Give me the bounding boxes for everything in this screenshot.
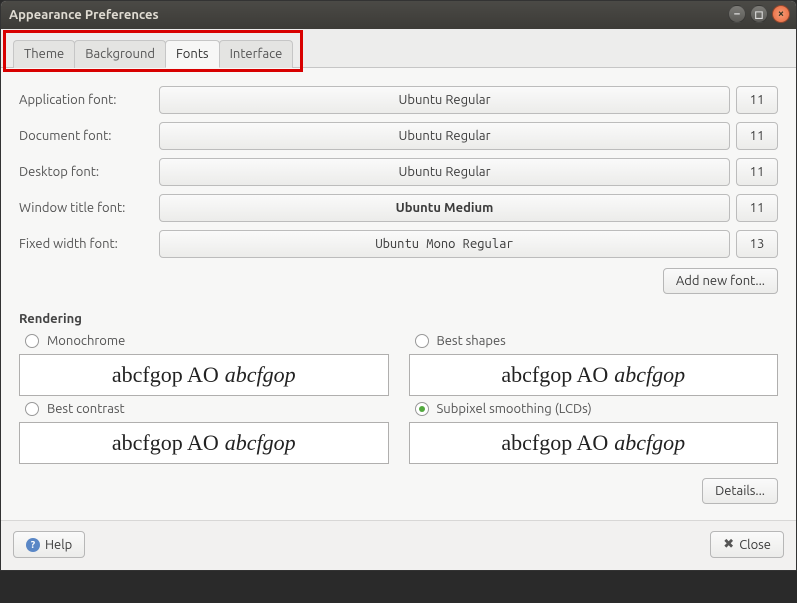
application-font-label: Application font:: [19, 93, 159, 107]
sample-regular: abcfgop AO: [112, 430, 219, 456]
rendering-sample-subpixel: abcfgop AO abcfgop: [409, 422, 779, 464]
document-font-row: Document font: Ubuntu Regular 11: [19, 122, 778, 150]
window-title-font-row: Window title font: Ubuntu Medium 11: [19, 194, 778, 222]
application-font-row: Application font: Ubuntu Regular 11: [19, 86, 778, 114]
window-title-font-label: Window title font:: [19, 201, 159, 215]
help-button-label: Help: [45, 538, 72, 552]
minimize-button[interactable]: –: [728, 5, 746, 23]
application-font-button[interactable]: Ubuntu Regular: [159, 86, 730, 114]
tab-theme[interactable]: Theme: [13, 40, 75, 68]
fonts-panel: Application font: Ubuntu Regular 11 Docu…: [1, 67, 796, 520]
desktop-font-button[interactable]: Ubuntu Regular: [159, 158, 730, 186]
sample-italic: abcfgop: [614, 362, 685, 388]
radio-icon: [415, 334, 429, 348]
sample-regular: abcfgop AO: [501, 430, 608, 456]
details-button[interactable]: Details...: [702, 478, 778, 504]
help-button[interactable]: ? Help: [13, 531, 85, 558]
sample-regular: abcfgop AO: [501, 362, 608, 388]
sample-italic: abcfgop: [225, 362, 296, 388]
rendering-subpixel-radio[interactable]: Subpixel smoothing (LCDs): [409, 402, 779, 416]
tab-background[interactable]: Background: [74, 40, 166, 68]
dialog-footer: ? Help ✖ Close: [1, 520, 796, 570]
close-button-label: Close: [739, 538, 771, 552]
add-new-font-button[interactable]: Add new font...: [663, 268, 778, 294]
appearance-preferences-window: Appearance Preferences – ◻ × Theme Backg…: [0, 0, 797, 571]
desktop-font-label: Desktop font:: [19, 165, 159, 179]
tab-bar: Theme Background Fonts Interface: [1, 29, 796, 68]
rendering-sample-monochrome: abcfgop AO abcfgop: [19, 354, 389, 396]
rendering-monochrome-label: Monochrome: [47, 334, 125, 348]
tab-interface[interactable]: Interface: [219, 40, 294, 68]
close-window-button[interactable]: ×: [772, 5, 790, 23]
radio-icon: [25, 334, 39, 348]
maximize-button[interactable]: ◻: [750, 5, 768, 23]
rendering-best-shapes-label: Best shapes: [437, 334, 506, 348]
desktop-font-size-button[interactable]: 11: [736, 158, 778, 186]
sample-italic: abcfgop: [225, 430, 296, 456]
rendering-best-contrast-label: Best contrast: [47, 402, 125, 416]
sample-regular: abcfgop AO: [112, 362, 219, 388]
close-button[interactable]: ✖ Close: [710, 531, 784, 558]
document-font-button[interactable]: Ubuntu Regular: [159, 122, 730, 150]
add-font-row: Add new font...: [19, 268, 778, 294]
fixed-width-font-button[interactable]: Ubuntu Mono Regular: [159, 230, 730, 258]
rendering-sample-best-shapes: abcfgop AO abcfgop: [409, 354, 779, 396]
window-title-font-button[interactable]: Ubuntu Medium: [159, 194, 730, 222]
rendering-grid: Monochrome Best shapes abcfgop AO abcfgo…: [19, 334, 778, 464]
fixed-width-font-label: Fixed width font:: [19, 237, 159, 251]
rendering-best-shapes-radio[interactable]: Best shapes: [409, 334, 779, 348]
fixed-width-font-size-button[interactable]: 13: [736, 230, 778, 258]
rendering-sample-best-contrast: abcfgop AO abcfgop: [19, 422, 389, 464]
window-title: Appearance Preferences: [9, 8, 159, 22]
rendering-monochrome-radio[interactable]: Monochrome: [19, 334, 389, 348]
window-controls: – ◻ ×: [728, 5, 790, 23]
help-icon: ?: [26, 538, 40, 552]
close-icon: ✖: [723, 537, 734, 552]
rendering-subpixel-label: Subpixel smoothing (LCDs): [437, 402, 592, 416]
desktop-font-row: Desktop font: Ubuntu Regular 11: [19, 158, 778, 186]
document-font-label: Document font:: [19, 129, 159, 143]
details-row: Details...: [19, 478, 778, 504]
titlebar: Appearance Preferences – ◻ ×: [1, 1, 796, 29]
radio-icon: [25, 402, 39, 416]
rendering-section-title: Rendering: [19, 312, 778, 326]
application-font-size-button[interactable]: 11: [736, 86, 778, 114]
document-font-size-button[interactable]: 11: [736, 122, 778, 150]
tab-fonts[interactable]: Fonts: [165, 40, 220, 68]
rendering-best-contrast-radio[interactable]: Best contrast: [19, 402, 389, 416]
fixed-width-font-row: Fixed width font: Ubuntu Mono Regular 13: [19, 230, 778, 258]
sample-italic: abcfgop: [614, 430, 685, 456]
window-title-font-size-button[interactable]: 11: [736, 194, 778, 222]
radio-icon: [415, 402, 429, 416]
